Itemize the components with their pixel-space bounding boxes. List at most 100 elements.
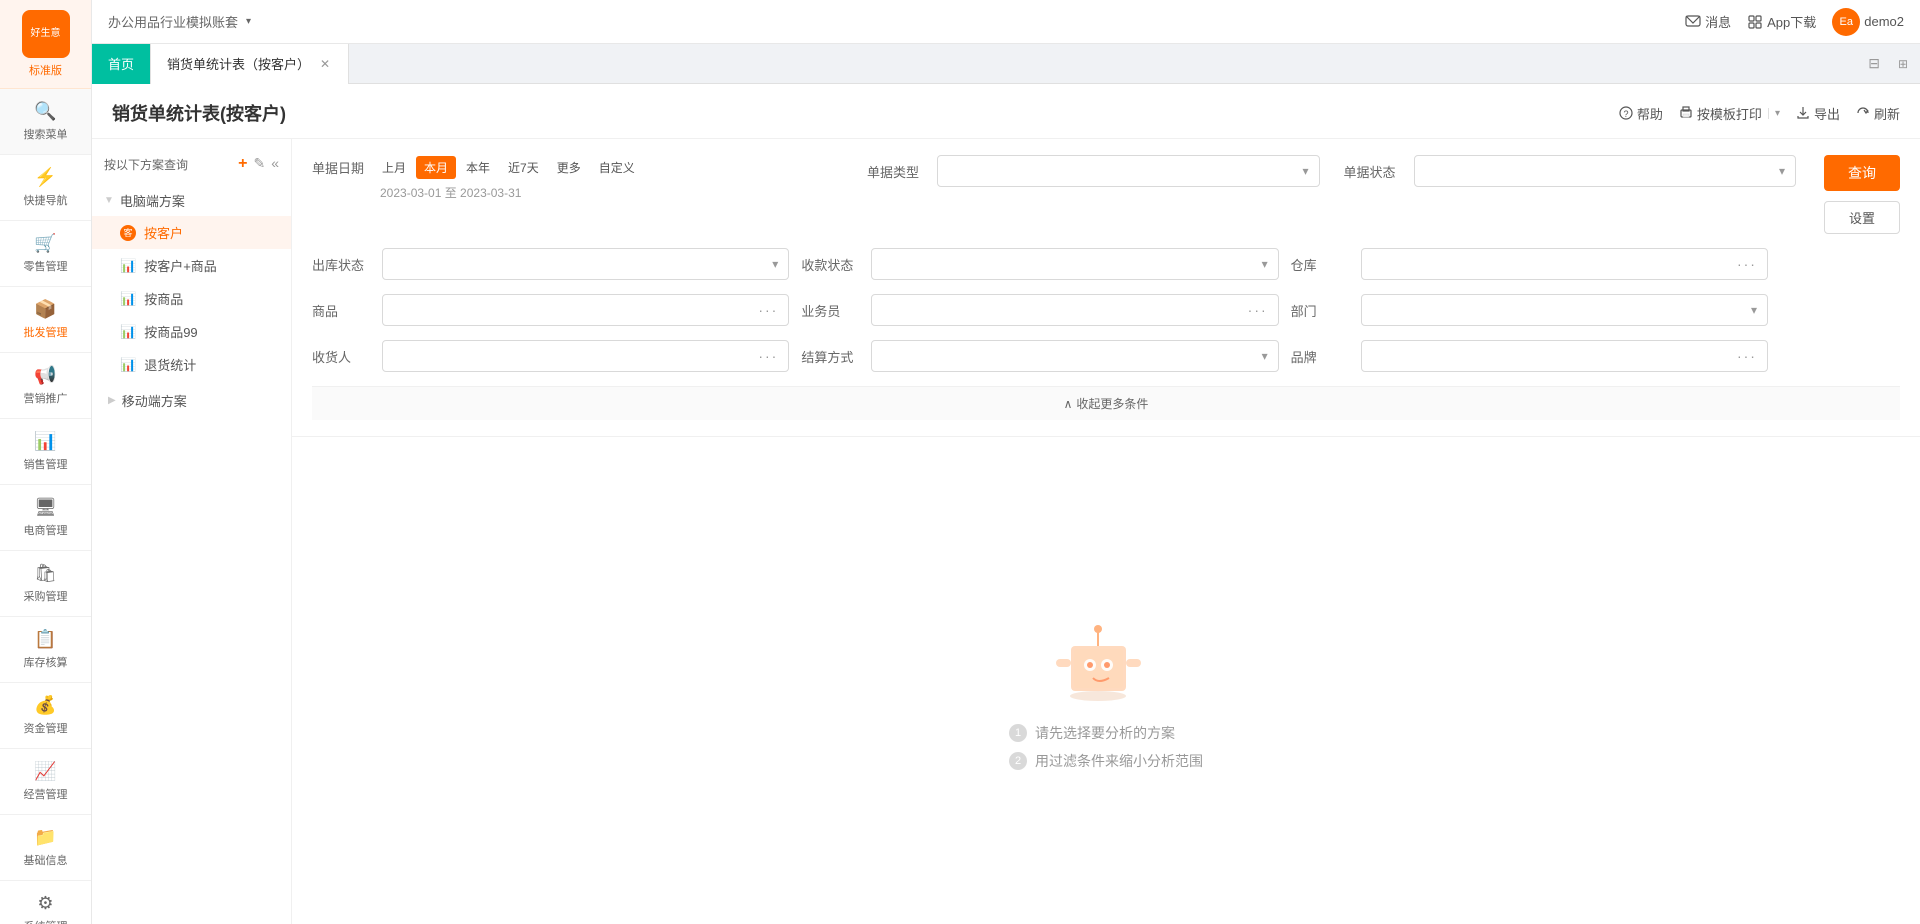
sidebar-item-marketing[interactable]: 📢 营销推广 bbox=[0, 353, 91, 419]
tab-maximize-button[interactable]: ⊞ bbox=[1898, 57, 1908, 71]
sidebar-item-label-marketing: 营销推广 bbox=[24, 390, 68, 406]
brand-control[interactable]: ··· bbox=[1361, 340, 1768, 372]
help-action[interactable]: ? 帮助 bbox=[1619, 104, 1663, 123]
desktop-section-label: 电脑端方案 bbox=[120, 191, 185, 210]
goods-label: 商品 bbox=[312, 301, 382, 320]
message-icon bbox=[1685, 14, 1701, 30]
filter-row-4: 收货人 ··· 结算方式 ▾ bbox=[312, 340, 1900, 372]
brand-dots: ··· bbox=[1737, 348, 1757, 364]
scheme-by-goods[interactable]: 📊 按商品 bbox=[92, 282, 291, 315]
salesperson-label: 业务员 bbox=[801, 301, 871, 320]
sidebar-item-quick-nav[interactable]: ⚡ 快捷导航 bbox=[0, 155, 91, 221]
sidebar-item-label-retail: 零售管理 bbox=[24, 258, 68, 274]
message-item[interactable]: 消息 bbox=[1685, 12, 1731, 31]
help-label: 帮助 bbox=[1637, 104, 1663, 123]
warehouse-control[interactable]: ··· bbox=[1361, 248, 1768, 280]
sidebar-item-inventory[interactable]: 📋 库存核算 bbox=[0, 617, 91, 683]
date-btn-7days[interactable]: 近7天 bbox=[500, 155, 547, 180]
sidebar-item-finance[interactable]: 💰 资金管理 bbox=[0, 683, 91, 749]
collapse-panel-button[interactable]: « bbox=[271, 155, 279, 173]
content-body: 按以下方案查询 + ✎ « ▼ 电脑端方案 客 按客户 bbox=[92, 139, 1920, 924]
tip-num-2: 2 bbox=[1009, 752, 1027, 770]
add-scheme-button[interactable]: + bbox=[238, 155, 247, 173]
scheme-label-customer-goods: 按客户+商品 bbox=[144, 256, 217, 275]
date-btn-this-year[interactable]: 本年 bbox=[458, 155, 498, 180]
receiver-control[interactable]: ··· bbox=[382, 340, 789, 372]
empty-tips: 1 请先选择要分析的方案 2 用过滤条件来缩小分析范围 bbox=[1009, 723, 1203, 771]
out-status-control[interactable]: ▾ bbox=[382, 248, 789, 280]
sidebar-item-basic[interactable]: 📁 基础信息 bbox=[0, 815, 91, 881]
doc-status-label: 单据状态 bbox=[1344, 162, 1414, 181]
empty-tip-2: 2 用过滤条件来缩小分析范围 bbox=[1009, 751, 1203, 771]
mobile-expand-icon: ▶ bbox=[108, 395, 116, 406]
payment-status-label: 收款状态 bbox=[801, 255, 871, 274]
department-control[interactable]: ▾ bbox=[1361, 294, 1768, 326]
sidebar-item-system[interactable]: ⚙ 系统管理 bbox=[0, 881, 91, 924]
goods-control[interactable]: ··· bbox=[382, 294, 789, 326]
mobile-section[interactable]: ▶ 移动端方案 bbox=[92, 385, 291, 416]
doc-status-control[interactable]: ▾ bbox=[1414, 155, 1797, 187]
payment-status-filter: 收款状态 ▾ bbox=[801, 248, 1278, 280]
template-print-dropdown-icon[interactable]: ▾ bbox=[1768, 108, 1780, 119]
edit-scheme-button[interactable]: ✎ bbox=[253, 155, 265, 173]
warehouse-dots: ··· bbox=[1737, 256, 1757, 272]
sidebar-item-label-system: 系统管理 bbox=[24, 918, 68, 924]
tab-sales-stats[interactable]: 销货单统计表（按客户） ✕ bbox=[151, 44, 349, 84]
sidebar-item-purchase[interactable]: 🛍 采购管理 bbox=[0, 551, 91, 617]
date-btn-last-month[interactable]: 上月 bbox=[374, 155, 414, 180]
template-print-action[interactable]: 按模板打印 ▾ bbox=[1679, 104, 1780, 123]
doc-type-control[interactable]: ▾ bbox=[937, 155, 1320, 187]
sidebar-item-sales[interactable]: 📊 销售管理 bbox=[0, 419, 91, 485]
doc-type-label: 单据类型 bbox=[867, 162, 937, 181]
refresh-action[interactable]: 刷新 bbox=[1856, 104, 1900, 123]
sidebar-item-wholesale[interactable]: 📦 批发管理 bbox=[0, 287, 91, 353]
collapse-filters-button[interactable]: ∧ 收起更多条件 bbox=[312, 386, 1900, 420]
warehouse-label: 仓库 bbox=[1291, 255, 1361, 274]
scheme-return-stats[interactable]: 📊 退货统计 bbox=[92, 348, 291, 381]
settings-button[interactable]: 设置 bbox=[1824, 201, 1900, 234]
tab-home[interactable]: 首页 bbox=[92, 44, 151, 84]
query-button[interactable]: 查询 bbox=[1824, 155, 1900, 191]
tab-minimize-button[interactable]: ⊟ bbox=[1866, 53, 1882, 74]
settlement-control[interactable]: ▾ bbox=[871, 340, 1278, 372]
sidebar-item-operations[interactable]: 📈 经营管理 bbox=[0, 749, 91, 815]
payment-status-control[interactable]: ▾ bbox=[871, 248, 1278, 280]
logo-text: 标准版 bbox=[29, 62, 62, 78]
sidebar-item-label-wholesale: 批发管理 bbox=[24, 324, 68, 340]
department-arrow: ▾ bbox=[1751, 303, 1757, 317]
user-item[interactable]: Ea demo2 bbox=[1832, 8, 1904, 36]
page-header: 销货单统计表(按客户) ? 帮助 按模板打印 ▾ bbox=[92, 84, 1920, 139]
desktop-section-header[interactable]: ▼ 电脑端方案 bbox=[92, 185, 291, 216]
filter-row-1: 单据日期 上月 本月 本年 近7天 更多 自定义 bbox=[312, 155, 1900, 234]
mobile-section-label: 移动端方案 bbox=[122, 391, 187, 410]
quick-nav-icon: ⚡ bbox=[34, 167, 56, 188]
sidebar-item-retail[interactable]: 🛒 零售管理 bbox=[0, 221, 91, 287]
salesperson-dots: ··· bbox=[1248, 302, 1268, 318]
app-download-item[interactable]: App下载 bbox=[1747, 12, 1816, 31]
export-action[interactable]: 导出 bbox=[1796, 104, 1840, 123]
date-btn-more[interactable]: 更多 bbox=[549, 155, 589, 180]
tab-sales-label: 销货单统计表（按客户） bbox=[167, 54, 310, 73]
payment-status-arrow: ▾ bbox=[1262, 257, 1268, 271]
scheme-by-goods-99[interactable]: 📊 按商品99 bbox=[92, 315, 291, 348]
retail-icon: 🛒 bbox=[34, 233, 56, 254]
industry-dropdown-arrow[interactable]: ▾ bbox=[246, 16, 251, 27]
collapse-arrow-icon: ∧ bbox=[1064, 397, 1073, 411]
goods-filter: 商品 ··· bbox=[312, 294, 789, 326]
scheme-by-customer[interactable]: 客 按客户 bbox=[92, 216, 291, 249]
tab-close-button[interactable]: ✕ bbox=[318, 55, 332, 73]
tab-home-label: 首页 bbox=[108, 54, 134, 73]
salesperson-filter: 业务员 ··· bbox=[801, 294, 1278, 326]
date-btn-custom[interactable]: 自定义 bbox=[591, 155, 643, 180]
brand-filter: 品牌 ··· bbox=[1291, 340, 1768, 372]
date-btn-this-month[interactable]: 本月 bbox=[416, 156, 456, 179]
out-status-arrow: ▾ bbox=[772, 257, 778, 271]
sidebar-item-ecommerce[interactable]: 🖥 电商管理 bbox=[0, 485, 91, 551]
salesperson-control[interactable]: ··· bbox=[871, 294, 1278, 326]
scheme-customer-goods[interactable]: 📊 按客户+商品 bbox=[92, 249, 291, 282]
chart-icon-1: 📊 bbox=[120, 258, 136, 274]
date-filter: 单据日期 上月 本月 本年 近7天 更多 自定义 bbox=[312, 155, 855, 201]
basic-icon: 📁 bbox=[34, 827, 56, 848]
sidebar-item-search[interactable]: 🔍 搜索菜单 bbox=[0, 89, 91, 155]
panel-title: 按以下方案查询 bbox=[104, 156, 188, 173]
